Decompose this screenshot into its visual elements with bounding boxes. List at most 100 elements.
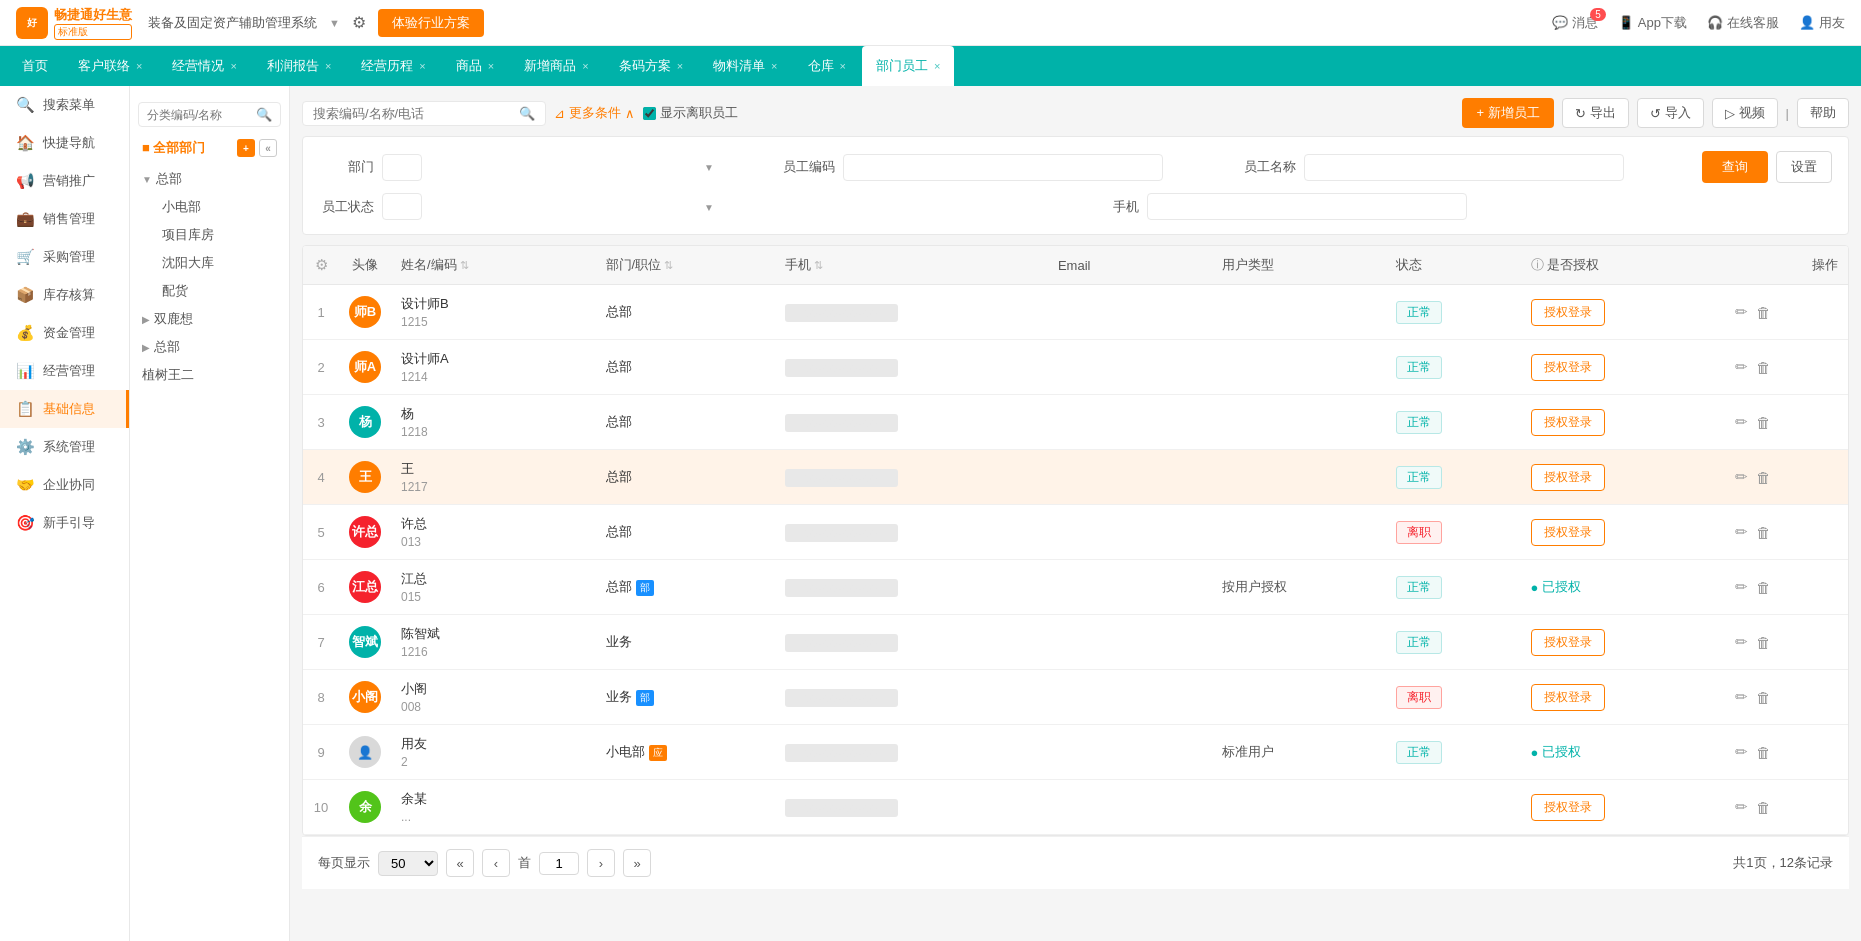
delete-icon[interactable]: 🗑 [1756, 524, 1771, 541]
dept-collapse-icon[interactable]: « [259, 139, 277, 157]
sidebar-item-guide[interactable]: 🎯 新手引导 [0, 504, 129, 542]
dept-search-input[interactable] [147, 108, 252, 122]
sidebar-item-inventory[interactable]: 📦 库存核算 [0, 276, 129, 314]
close-icon[interactable]: × [582, 60, 588, 72]
delete-icon[interactable]: 🗑 [1756, 689, 1771, 706]
filter-dept-select[interactable] [382, 154, 422, 181]
delete-icon[interactable]: 🗑 [1756, 469, 1771, 486]
user-button[interactable]: 👤 用友 [1799, 14, 1845, 32]
dept-child-shenyang[interactable]: 沈阳大库 [138, 249, 289, 277]
auth-button[interactable]: 授权登录 [1531, 519, 1605, 546]
close-icon[interactable]: × [934, 60, 940, 72]
last-page-button[interactable]: » [623, 849, 651, 877]
more-filter-button[interactable]: ⊿ 更多条件 ∧ [554, 104, 635, 122]
tab-goods[interactable]: 商品× [442, 46, 508, 86]
filter-emp-status-select[interactable] [382, 193, 422, 220]
close-icon[interactable]: × [419, 60, 425, 72]
edit-icon[interactable]: ✏ [1735, 633, 1748, 651]
message-button[interactable]: 💬 消息 5 [1552, 14, 1598, 32]
sidebar-item-finance[interactable]: 💰 资金管理 [0, 314, 129, 352]
dept-child-xiaodian[interactable]: 小电部 [138, 193, 289, 221]
delete-icon[interactable]: 🗑 [1756, 414, 1771, 431]
filter-emp-name-input[interactable] [1304, 154, 1624, 181]
sidebar-item-collab[interactable]: 🤝 企业协同 [0, 466, 129, 504]
export-button[interactable]: ↻ 导出 [1562, 98, 1629, 128]
help-button[interactable]: 帮助 [1797, 98, 1849, 128]
auth-button[interactable]: 授权登录 [1531, 299, 1605, 326]
set-button[interactable]: 设置 [1776, 151, 1832, 183]
app-download-button[interactable]: 📱 App下载 [1618, 14, 1687, 32]
gear-icon[interactable]: ⚙ [352, 13, 366, 32]
tab-barcode[interactable]: 条码方案× [605, 46, 697, 86]
delete-icon[interactable]: 🗑 [1756, 634, 1771, 651]
add-employee-button[interactable]: + 新增员工 [1462, 98, 1553, 128]
edit-icon[interactable]: ✏ [1735, 578, 1748, 596]
tab-staff[interactable]: 部门员工× [862, 46, 954, 86]
experience-button[interactable]: 体验行业方案 [378, 9, 484, 37]
filter-emp-code-input[interactable] [843, 154, 1163, 181]
import-button[interactable]: ↺ 导入 [1637, 98, 1704, 128]
show-resigned-checkbox[interactable] [643, 107, 656, 120]
first-page-button[interactable]: « [446, 849, 474, 877]
tab-journey[interactable]: 经营历程× [347, 46, 439, 86]
dept-group-zhishu-label[interactable]: 植树王二 [138, 361, 289, 389]
video-button[interactable]: ▷ 视频 [1712, 98, 1778, 128]
query-button[interactable]: 查询 [1702, 151, 1768, 183]
sidebar-item-basic[interactable]: 📋 基础信息 [0, 390, 129, 428]
sidebar-item-sales[interactable]: 💼 销售管理 [0, 200, 129, 238]
close-icon[interactable]: × [677, 60, 683, 72]
sort-dept-icon[interactable]: ⇅ [664, 259, 673, 271]
tab-warehouse[interactable]: 仓库× [794, 46, 860, 86]
dept-group-head-label[interactable]: ▼ 总部 [138, 165, 289, 193]
page-size-select[interactable]: 50 100 [378, 851, 438, 876]
show-resigned-label[interactable]: 显示离职员工 [643, 104, 738, 122]
close-icon[interactable]: × [840, 60, 846, 72]
close-icon[interactable]: × [230, 60, 236, 72]
sidebar-item-mgmt[interactable]: 📊 经营管理 [0, 352, 129, 390]
sidebar-item-search[interactable]: 🔍 搜索菜单 [0, 86, 129, 124]
delete-icon[interactable]: 🗑 [1756, 579, 1771, 596]
online-service-button[interactable]: 🎧 在线客服 [1707, 14, 1779, 32]
delete-icon[interactable]: 🗑 [1756, 359, 1771, 376]
sidebar-item-purchase[interactable]: 🛒 采购管理 [0, 238, 129, 276]
tab-add-goods[interactable]: 新增商品× [510, 46, 602, 86]
delete-icon[interactable]: 🗑 [1756, 304, 1771, 321]
tab-home[interactable]: 首页 [8, 46, 62, 86]
next-page-button[interactable]: › [587, 849, 615, 877]
prev-page-button[interactable]: ‹ [482, 849, 510, 877]
dept-child-project[interactable]: 项目库房 [138, 221, 289, 249]
auth-button[interactable]: 授权登录 [1531, 684, 1605, 711]
search-input[interactable] [313, 106, 513, 121]
edit-icon[interactable]: ✏ [1735, 468, 1748, 486]
edit-icon[interactable]: ✏ [1735, 523, 1748, 541]
edit-icon[interactable]: ✏ [1735, 358, 1748, 376]
sort-phone-icon[interactable]: ⇅ [814, 259, 823, 271]
sidebar-item-system[interactable]: ⚙️ 系统管理 [0, 428, 129, 466]
filter-phone-input[interactable] [1147, 193, 1467, 220]
tab-profit[interactable]: 利润报告× [253, 46, 345, 86]
dept-group-shuanglu-label[interactable]: ▶ 双鹿想 [138, 305, 289, 333]
tab-operation[interactable]: 经营情况× [158, 46, 250, 86]
column-settings-icon[interactable]: ⚙ [315, 256, 328, 273]
tab-bom[interactable]: 物料清单× [699, 46, 791, 86]
delete-icon[interactable]: 🗑 [1756, 744, 1771, 761]
close-icon[interactable]: × [325, 60, 331, 72]
edit-icon[interactable]: ✏ [1735, 743, 1748, 761]
dept-child-peihuo[interactable]: 配货 [138, 277, 289, 305]
sidebar-item-marketing[interactable]: 📢 营销推广 [0, 162, 129, 200]
edit-icon[interactable]: ✏ [1735, 303, 1748, 321]
delete-icon[interactable]: 🗑 [1756, 799, 1771, 816]
dept-group-zongbu-label[interactable]: ▶ 总部 [138, 333, 289, 361]
auth-button[interactable]: 授权登录 [1531, 464, 1605, 491]
auth-button[interactable]: 授权登录 [1531, 629, 1605, 656]
close-icon[interactable]: × [488, 60, 494, 72]
edit-icon[interactable]: ✏ [1735, 688, 1748, 706]
sort-name-icon[interactable]: ⇅ [460, 259, 469, 271]
dept-search-box[interactable]: 🔍 [138, 102, 281, 127]
close-icon[interactable]: × [136, 60, 142, 72]
page-number-input[interactable] [539, 852, 579, 875]
tab-customer[interactable]: 客户联络× [64, 46, 156, 86]
close-icon[interactable]: × [771, 60, 777, 72]
auth-button[interactable]: 授权登录 [1531, 794, 1605, 821]
edit-icon[interactable]: ✏ [1735, 798, 1748, 816]
